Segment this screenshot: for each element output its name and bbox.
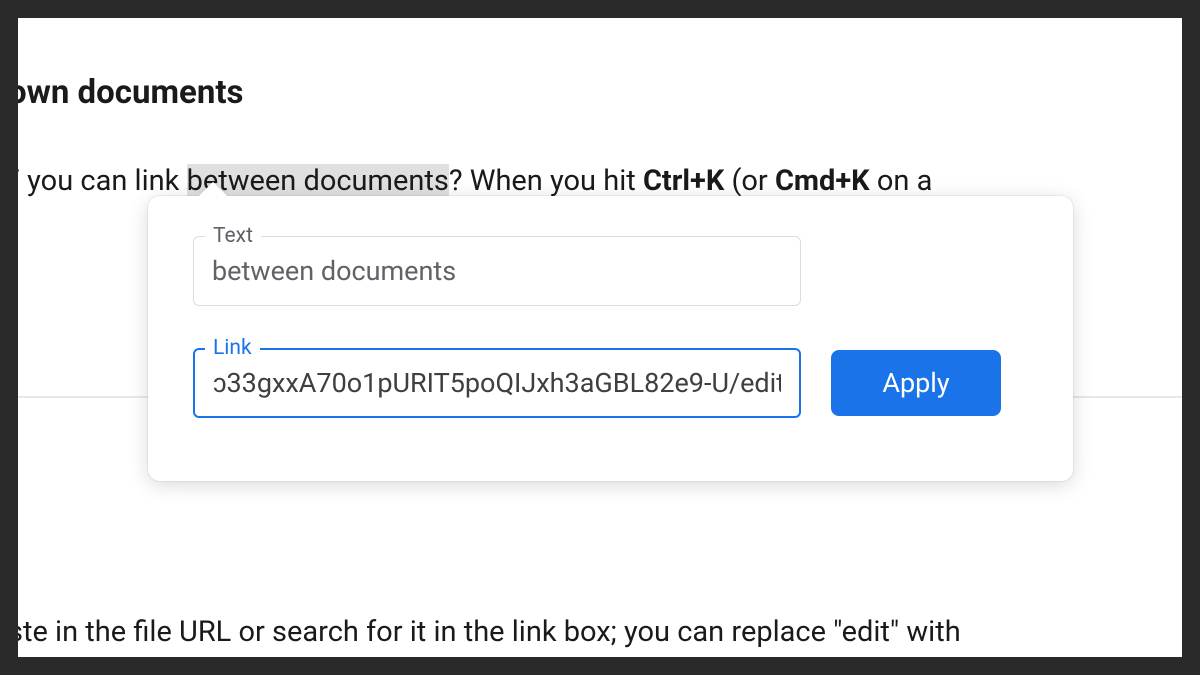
- link-input-group: Link: [193, 348, 801, 418]
- keyboard-shortcut: Cmd+K: [775, 164, 870, 198]
- link-text-input[interactable]: [193, 236, 801, 306]
- apply-button[interactable]: Apply: [831, 350, 1001, 416]
- keyboard-shortcut: Ctrl+K: [643, 164, 724, 198]
- text-fragment: ? When you hit: [449, 164, 643, 198]
- text-line: the end of any Docs URL to link to a cle…: [18, 655, 961, 658]
- link-input-row: Link Apply: [193, 348, 1028, 418]
- text-fragment: / you can link: [18, 164, 187, 198]
- text-field-label: Text: [205, 224, 261, 248]
- text-input-group: Text: [193, 236, 1028, 306]
- link-field-label: Link: [205, 336, 260, 360]
- text-fragment: on a: [870, 164, 933, 198]
- section-heading: own documents: [18, 73, 243, 112]
- text-fragment: (or: [724, 164, 775, 198]
- text-line: ste in the file URL or search for it in …: [18, 611, 961, 655]
- selected-text[interactable]: between documents: [187, 164, 449, 198]
- body-text-continuation: ste in the file URL or search for it in …: [18, 611, 961, 657]
- insert-link-popup: Text Link Apply: [148, 196, 1073, 481]
- link-url-input[interactable]: [193, 348, 801, 418]
- document-viewport: own documents / you can link between doc…: [18, 18, 1182, 657]
